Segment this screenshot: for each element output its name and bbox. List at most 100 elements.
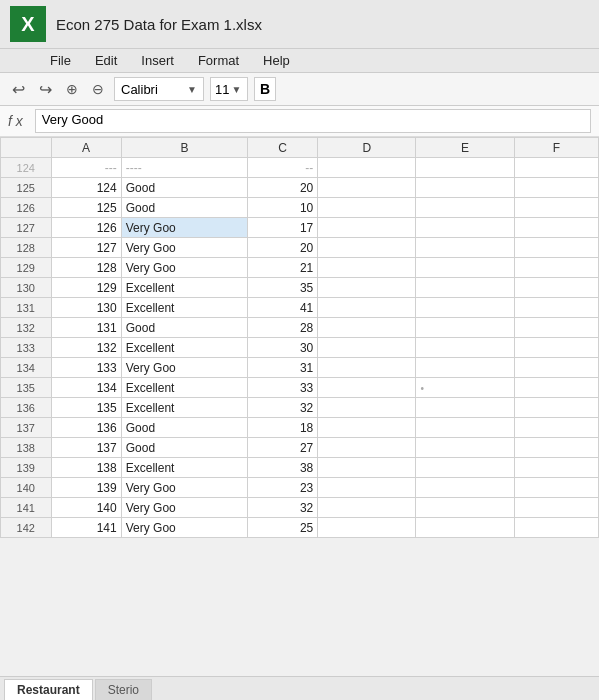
cell-f[interactable] [514, 478, 598, 498]
col-header-b[interactable]: B [121, 138, 247, 158]
cell-b[interactable]: Excellent [121, 338, 247, 358]
cell-a[interactable]: 132 [51, 338, 121, 358]
cell-c[interactable]: 18 [248, 418, 318, 438]
cell-c[interactable]: 32 [248, 398, 318, 418]
cell-b[interactable]: Good [121, 178, 247, 198]
cell-c[interactable]: -- [248, 158, 318, 178]
cell-e[interactable] [416, 178, 514, 198]
cell-c[interactable]: 30 [248, 338, 318, 358]
cell-f[interactable] [514, 418, 598, 438]
cell-a[interactable]: 138 [51, 458, 121, 478]
cell-e[interactable] [416, 258, 514, 278]
cell-b[interactable]: Very Goo [121, 518, 247, 538]
cell-a[interactable]: --- [51, 158, 121, 178]
zoom-in-button[interactable]: ⊕ [62, 79, 82, 99]
cell-f[interactable] [514, 438, 598, 458]
cell-a[interactable]: 124 [51, 178, 121, 198]
cell-c[interactable]: 20 [248, 238, 318, 258]
cell-c[interactable]: 41 [248, 298, 318, 318]
cell-d[interactable] [318, 338, 416, 358]
cell-d[interactable] [318, 278, 416, 298]
cell-d[interactable] [318, 358, 416, 378]
cell-c[interactable]: 33 [248, 378, 318, 398]
col-header-f[interactable]: F [514, 138, 598, 158]
cell-e[interactable] [416, 518, 514, 538]
cell-e[interactable] [416, 338, 514, 358]
cell-b[interactable]: Very Goo [121, 238, 247, 258]
cell-f[interactable] [514, 518, 598, 538]
cell-f[interactable] [514, 398, 598, 418]
cell-b[interactable]: Good [121, 438, 247, 458]
cell-b[interactable]: Very Goo [121, 358, 247, 378]
cell-d[interactable] [318, 498, 416, 518]
cell-a[interactable]: 137 [51, 438, 121, 458]
cell-a[interactable]: 130 [51, 298, 121, 318]
cell-f[interactable] [514, 318, 598, 338]
cell-a[interactable]: 127 [51, 238, 121, 258]
cell-a[interactable]: 140 [51, 498, 121, 518]
cell-e[interactable] [416, 418, 514, 438]
cell-c[interactable]: 38 [248, 458, 318, 478]
cell-f[interactable] [514, 238, 598, 258]
col-header-e[interactable]: E [416, 138, 514, 158]
cell-f[interactable] [514, 338, 598, 358]
cell-a[interactable]: 135 [51, 398, 121, 418]
cell-d[interactable] [318, 158, 416, 178]
cell-b[interactable]: Excellent [121, 298, 247, 318]
cell-d[interactable] [318, 458, 416, 478]
menu-edit[interactable]: Edit [91, 51, 121, 70]
cell-d[interactable] [318, 478, 416, 498]
cell-f[interactable] [514, 378, 598, 398]
cell-e[interactable] [416, 398, 514, 418]
menu-format[interactable]: Format [194, 51, 243, 70]
cell-c[interactable]: 10 [248, 198, 318, 218]
cell-c[interactable]: 21 [248, 258, 318, 278]
cell-c[interactable]: 27 [248, 438, 318, 458]
cell-d[interactable] [318, 418, 416, 438]
undo-button[interactable]: ↩ [8, 78, 29, 101]
cell-c[interactable]: 20 [248, 178, 318, 198]
cell-b[interactable]: Very Goo [121, 218, 247, 238]
cell-e[interactable] [416, 158, 514, 178]
cell-f[interactable] [514, 198, 598, 218]
cell-e[interactable] [416, 298, 514, 318]
cell-a[interactable]: 126 [51, 218, 121, 238]
cell-c[interactable]: 28 [248, 318, 318, 338]
cell-a[interactable]: 139 [51, 478, 121, 498]
bold-button[interactable]: B [254, 77, 276, 101]
cell-b[interactable]: Excellent [121, 378, 247, 398]
font-name-selector[interactable]: Calibri ▼ [114, 77, 204, 101]
cell-a[interactable]: 141 [51, 518, 121, 538]
cell-b[interactable]: Excellent [121, 458, 247, 478]
zoom-out-button[interactable]: ⊖ [88, 79, 108, 99]
menu-help[interactable]: Help [259, 51, 294, 70]
cell-f[interactable] [514, 278, 598, 298]
cell-a[interactable]: 131 [51, 318, 121, 338]
cell-d[interactable] [318, 438, 416, 458]
cell-e[interactable] [416, 218, 514, 238]
cell-c[interactable]: 23 [248, 478, 318, 498]
cell-f[interactable] [514, 458, 598, 478]
cell-b[interactable]: Good [121, 198, 247, 218]
cell-c[interactable]: 17 [248, 218, 318, 238]
cell-c[interactable]: 31 [248, 358, 318, 378]
cell-b[interactable]: Very Goo [121, 478, 247, 498]
redo-button[interactable]: ↪ [35, 78, 56, 101]
cell-d[interactable] [318, 258, 416, 278]
cell-a[interactable]: 134 [51, 378, 121, 398]
cell-b[interactable]: Excellent [121, 278, 247, 298]
cell-c[interactable]: 25 [248, 518, 318, 538]
cell-d[interactable] [318, 378, 416, 398]
cell-e[interactable]: • [416, 378, 514, 398]
cell-d[interactable] [318, 238, 416, 258]
cell-a[interactable]: 128 [51, 258, 121, 278]
cell-f[interactable] [514, 158, 598, 178]
cell-f[interactable] [514, 358, 598, 378]
cell-e[interactable] [416, 438, 514, 458]
cell-e[interactable] [416, 358, 514, 378]
menu-insert[interactable]: Insert [137, 51, 178, 70]
cell-e[interactable] [416, 498, 514, 518]
cell-d[interactable] [318, 178, 416, 198]
formula-input[interactable]: Very Good [35, 109, 591, 133]
cell-e[interactable] [416, 278, 514, 298]
